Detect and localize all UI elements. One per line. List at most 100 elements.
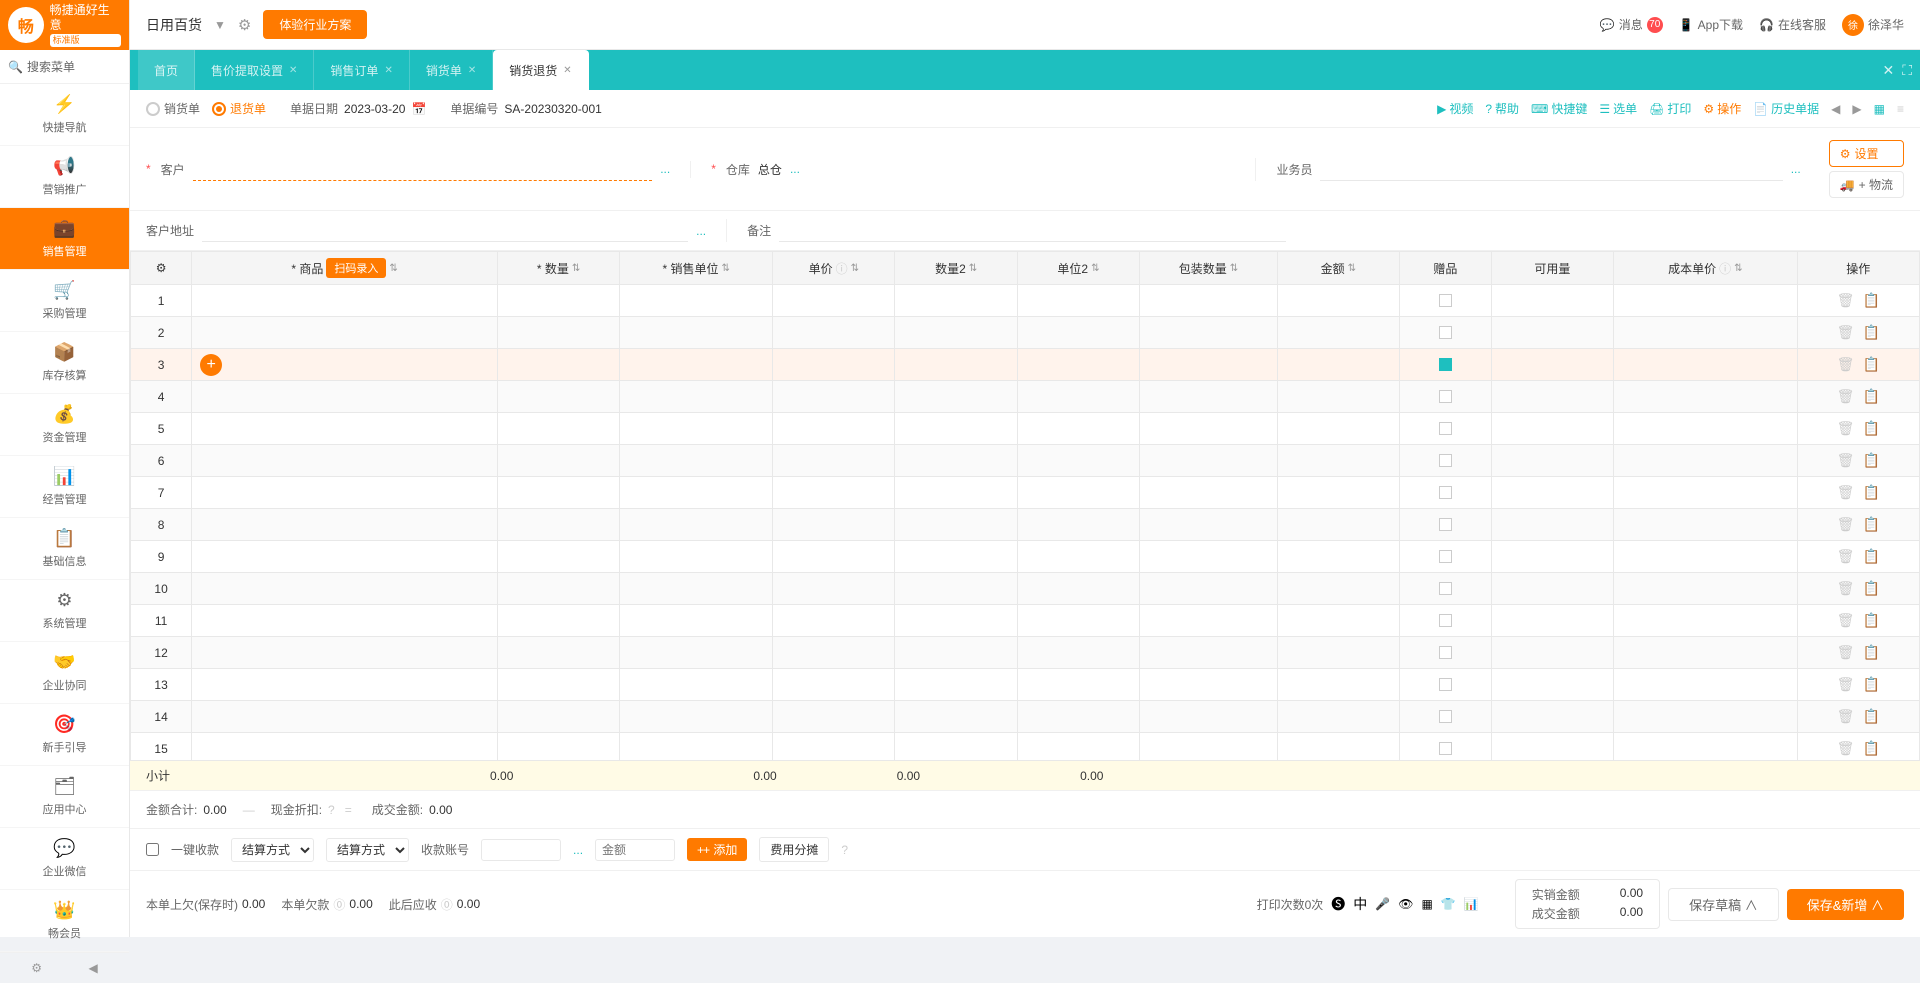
account-input[interactable]	[481, 839, 561, 861]
cell-pkg-qty-15[interactable]	[1140, 733, 1278, 761]
cell-qty2-14[interactable]	[895, 701, 1017, 733]
gift-checkbox-3[interactable]	[1439, 358, 1452, 371]
experience-btn[interactable]: 体验行业方案	[263, 10, 367, 39]
address-dots[interactable]: ...	[696, 224, 706, 238]
video-btn[interactable]: ▶ 视频	[1437, 100, 1473, 117]
gift-checkbox-9[interactable]	[1439, 550, 1452, 563]
cell-unit-price-8[interactable]	[773, 509, 895, 541]
cell-pkg-qty-2[interactable]	[1140, 317, 1278, 349]
cell-unit2-12[interactable]	[1017, 637, 1139, 669]
sidebar-settings-icon[interactable]: ⚙	[31, 961, 42, 975]
cell-sales-unit-11[interactable]	[620, 605, 773, 637]
cell-available-2[interactable]	[1491, 317, 1613, 349]
cell-qty-3[interactable]	[497, 349, 619, 381]
calendar-icon[interactable]: 📅	[411, 102, 426, 116]
cell-unit2-13[interactable]	[1017, 669, 1139, 701]
sidebar-item-quick-nav[interactable]: ⚡ 快捷导航	[0, 84, 129, 146]
delete-icon-13[interactable]: 🗑	[1837, 676, 1855, 693]
delete-icon-4[interactable]: 🗑	[1837, 388, 1855, 405]
cell-sales-unit-7[interactable]	[620, 477, 773, 509]
cell-cost-unit-10[interactable]	[1614, 573, 1797, 605]
copy-icon-12[interactable]: 📋	[1862, 644, 1879, 661]
cell-gift-13[interactable]	[1400, 669, 1492, 701]
taskbar-icon-shirt[interactable]: 👕	[1441, 897, 1456, 911]
cell-product-8[interactable]	[192, 509, 498, 541]
cell-pkg-qty-4[interactable]	[1140, 381, 1278, 413]
cell-unit-price-14[interactable]	[773, 701, 895, 733]
cell-unit-price-11[interactable]	[773, 605, 895, 637]
copy-icon-9[interactable]: 📋	[1862, 548, 1879, 565]
cell-qty-5[interactable]	[497, 413, 619, 445]
gift-checkbox-11[interactable]	[1439, 614, 1452, 627]
cell-available-9[interactable]	[1491, 541, 1613, 573]
gift-checkbox-4[interactable]	[1439, 390, 1452, 403]
cell-gift-1[interactable]	[1400, 285, 1492, 317]
copy-icon-3[interactable]: 📋	[1862, 356, 1879, 373]
add-payment-btn[interactable]: + + 添加	[687, 838, 747, 861]
delete-icon-7[interactable]: 🗑	[1837, 484, 1855, 501]
sidebar-item-enterprise[interactable]: 🤝 企业协同	[0, 642, 129, 704]
gift-checkbox-14[interactable]	[1439, 710, 1452, 723]
sidebar-item-apps[interactable]: 🗂 应用中心	[0, 766, 129, 828]
cell-gift-15[interactable]	[1400, 733, 1492, 761]
cell-sales-unit-13[interactable]	[620, 669, 773, 701]
cell-qty-7[interactable]	[497, 477, 619, 509]
cell-product-2[interactable]	[192, 317, 498, 349]
sidebar-item-wechat[interactable]: 💬 企业微信	[0, 828, 129, 890]
cell-gift-3[interactable]	[1400, 349, 1492, 381]
delete-icon-10[interactable]: 🗑	[1837, 580, 1855, 597]
cell-pkg-qty-13[interactable]	[1140, 669, 1278, 701]
cell-qty-11[interactable]	[497, 605, 619, 637]
cell-qty2-2[interactable]	[895, 317, 1017, 349]
cell-product-14[interactable]	[192, 701, 498, 733]
select-btn[interactable]: ☰ 选单	[1599, 100, 1637, 117]
cell-cost-unit-4[interactable]	[1614, 381, 1797, 413]
cell-unit2-1[interactable]	[1017, 285, 1139, 317]
cell-qty-9[interactable]	[497, 541, 619, 573]
cell-cost-unit-5[interactable]	[1614, 413, 1797, 445]
cell-sales-unit-4[interactable]	[620, 381, 773, 413]
delete-icon-12[interactable]: 🗑	[1837, 644, 1855, 661]
cell-amount-13[interactable]	[1277, 669, 1399, 701]
cell-cost-unit-15[interactable]	[1614, 733, 1797, 761]
cell-product-1[interactable]	[192, 285, 498, 317]
sidebar-item-basic-info[interactable]: 📋 基础信息	[0, 518, 129, 580]
tab-expand[interactable]: ⛶	[1902, 62, 1912, 79]
amount-input[interactable]	[595, 839, 675, 861]
gift-checkbox-8[interactable]	[1439, 518, 1452, 531]
cell-sales-unit-2[interactable]	[620, 317, 773, 349]
cell-qty-4[interactable]	[497, 381, 619, 413]
cell-qty-1[interactable]	[497, 285, 619, 317]
tab-home[interactable]: 首页	[138, 50, 195, 90]
cell-gift-5[interactable]	[1400, 413, 1492, 445]
cell-qty2-10[interactable]	[895, 573, 1017, 605]
radio-sales[interactable]: 销货单	[146, 100, 200, 117]
cell-unit2-4[interactable]	[1017, 381, 1139, 413]
cell-qty2-5[interactable]	[895, 413, 1017, 445]
add-row-btn[interactable]: +	[200, 354, 222, 376]
cell-available-6[interactable]	[1491, 445, 1613, 477]
cell-pkg-qty-12[interactable]	[1140, 637, 1278, 669]
cell-amount-11[interactable]	[1277, 605, 1399, 637]
cell-gift-10[interactable]	[1400, 573, 1492, 605]
cell-unit2-15[interactable]	[1017, 733, 1139, 761]
copy-icon-13[interactable]: 📋	[1862, 676, 1879, 693]
cell-available-13[interactable]	[1491, 669, 1613, 701]
delete-icon-15[interactable]: 🗑	[1837, 740, 1855, 757]
cell-qty-6[interactable]	[497, 445, 619, 477]
address-input[interactable]	[202, 219, 688, 242]
cell-qty2-12[interactable]	[895, 637, 1017, 669]
cell-cost-unit-6[interactable]	[1614, 445, 1797, 477]
discount-help-icon[interactable]: ?	[328, 803, 335, 817]
tab-sales-delivery[interactable]: 销货单 ✕	[410, 50, 493, 90]
customer-input[interactable]	[193, 158, 653, 181]
cell-available-12[interactable]	[1491, 637, 1613, 669]
gift-checkbox-6[interactable]	[1439, 454, 1452, 467]
cell-gift-11[interactable]	[1400, 605, 1492, 637]
cell-unit-price-2[interactable]	[773, 317, 895, 349]
cell-unit2-3[interactable]	[1017, 349, 1139, 381]
save-draft-btn[interactable]: 保存草稿 ∧	[1668, 888, 1779, 921]
cell-pkg-qty-6[interactable]	[1140, 445, 1278, 477]
tab-close-sales-return[interactable]: ✕	[563, 65, 571, 76]
cell-unit-price-12[interactable]	[773, 637, 895, 669]
